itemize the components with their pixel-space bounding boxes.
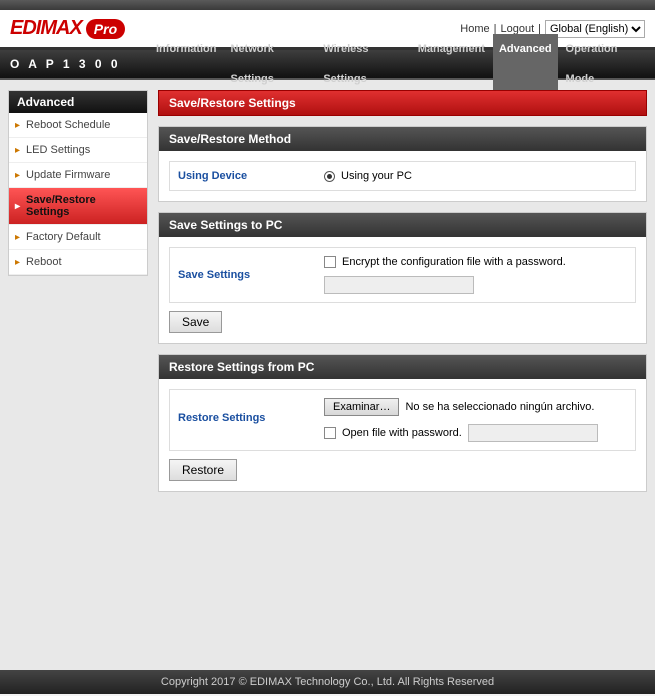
sidebar-item-label: Save/Restore Settings xyxy=(26,194,141,218)
nav-operation-mode[interactable]: Operation Mode xyxy=(560,34,645,94)
logo: EDIMAX Pro xyxy=(10,17,125,40)
sidebar-item-reboot-schedule[interactable]: ▸ Reboot Schedule xyxy=(9,113,147,138)
chevron-right-icon: ▸ xyxy=(15,170,20,181)
panel-method-title: Save/Restore Method xyxy=(159,127,646,151)
content: Save/Restore Settings Save/Restore Metho… xyxy=(158,90,647,492)
encrypt-password-input[interactable] xyxy=(324,276,474,294)
chevron-right-icon: ▸ xyxy=(15,232,20,243)
restore-button[interactable]: Restore xyxy=(169,459,237,481)
chevron-right-icon: ▸ xyxy=(15,201,20,212)
home-link[interactable]: Home xyxy=(460,23,489,35)
using-pc-radio[interactable] xyxy=(324,171,335,182)
no-file-label: No se ha seleccionado ningún archivo. xyxy=(405,401,594,413)
restore-password-input[interactable] xyxy=(468,424,598,442)
sidebar-item-reboot[interactable]: ▸ Reboot xyxy=(9,250,147,275)
sidebar-item-label: LED Settings xyxy=(26,144,90,156)
nav-wireless-settings[interactable]: Wireless Settings xyxy=(317,34,409,94)
open-password-label: Open file with password. xyxy=(342,427,462,439)
model-name: O A P 1 3 0 0 xyxy=(10,57,150,71)
window-topbar xyxy=(0,0,655,10)
restore-row-label: Restore Settings xyxy=(178,398,318,424)
sidebar-item-update-firmware[interactable]: ▸ Update Firmware xyxy=(9,163,147,188)
sidebar-item-factory-default[interactable]: ▸ Factory Default xyxy=(9,225,147,250)
chevron-right-icon: ▸ xyxy=(15,120,20,131)
nav-advanced[interactable]: Advanced xyxy=(493,34,558,94)
panel-restore-title: Restore Settings from PC xyxy=(159,355,646,379)
navbar: O A P 1 3 0 0 Information Network Settin… xyxy=(0,50,655,80)
chevron-right-icon: ▸ xyxy=(15,145,20,156)
sidebar-item-led-settings[interactable]: ▸ LED Settings xyxy=(9,138,147,163)
sidebar: Advanced ▸ Reboot Schedule ▸ LED Setting… xyxy=(8,90,148,276)
panel-method: Save/Restore Method Using Device Using y… xyxy=(158,126,647,202)
logout-link[interactable]: Logout xyxy=(500,23,534,35)
method-row-label: Using Device xyxy=(178,170,318,182)
encrypt-checkbox[interactable] xyxy=(324,256,336,268)
sidebar-item-label: Reboot Schedule xyxy=(26,119,110,131)
sidebar-item-label: Update Firmware xyxy=(26,169,110,181)
save-button[interactable]: Save xyxy=(169,311,222,333)
panel-save: Save Settings to PC Save Settings Encryp… xyxy=(158,212,647,344)
nav-network-settings[interactable]: Network Settings xyxy=(225,34,316,94)
sidebar-item-label: Factory Default xyxy=(26,231,101,243)
chevron-right-icon: ▸ xyxy=(15,257,20,268)
logo-text: EDIMAX xyxy=(10,17,82,40)
open-password-checkbox[interactable] xyxy=(324,427,336,439)
sidebar-item-save-restore[interactable]: ▸ Save/Restore Settings xyxy=(9,188,147,225)
logo-badge: Pro xyxy=(86,19,125,39)
encrypt-label: Encrypt the configuration file with a pa… xyxy=(342,256,566,268)
panel-restore: Restore Settings from PC Restore Setting… xyxy=(158,354,647,492)
nav-information[interactable]: Information xyxy=(150,34,223,94)
browse-button[interactable]: Examinar… xyxy=(324,398,399,416)
sidebar-title: Advanced xyxy=(9,91,147,113)
page-title: Save/Restore Settings xyxy=(158,90,647,116)
save-row-label: Save Settings xyxy=(178,269,318,281)
panel-save-title: Save Settings to PC xyxy=(159,213,646,237)
sidebar-item-label: Reboot xyxy=(26,256,61,268)
using-pc-label: Using your PC xyxy=(341,170,412,182)
footer: Copyright 2017 © EDIMAX Technology Co., … xyxy=(0,670,655,694)
nav-management[interactable]: Management xyxy=(412,34,491,94)
